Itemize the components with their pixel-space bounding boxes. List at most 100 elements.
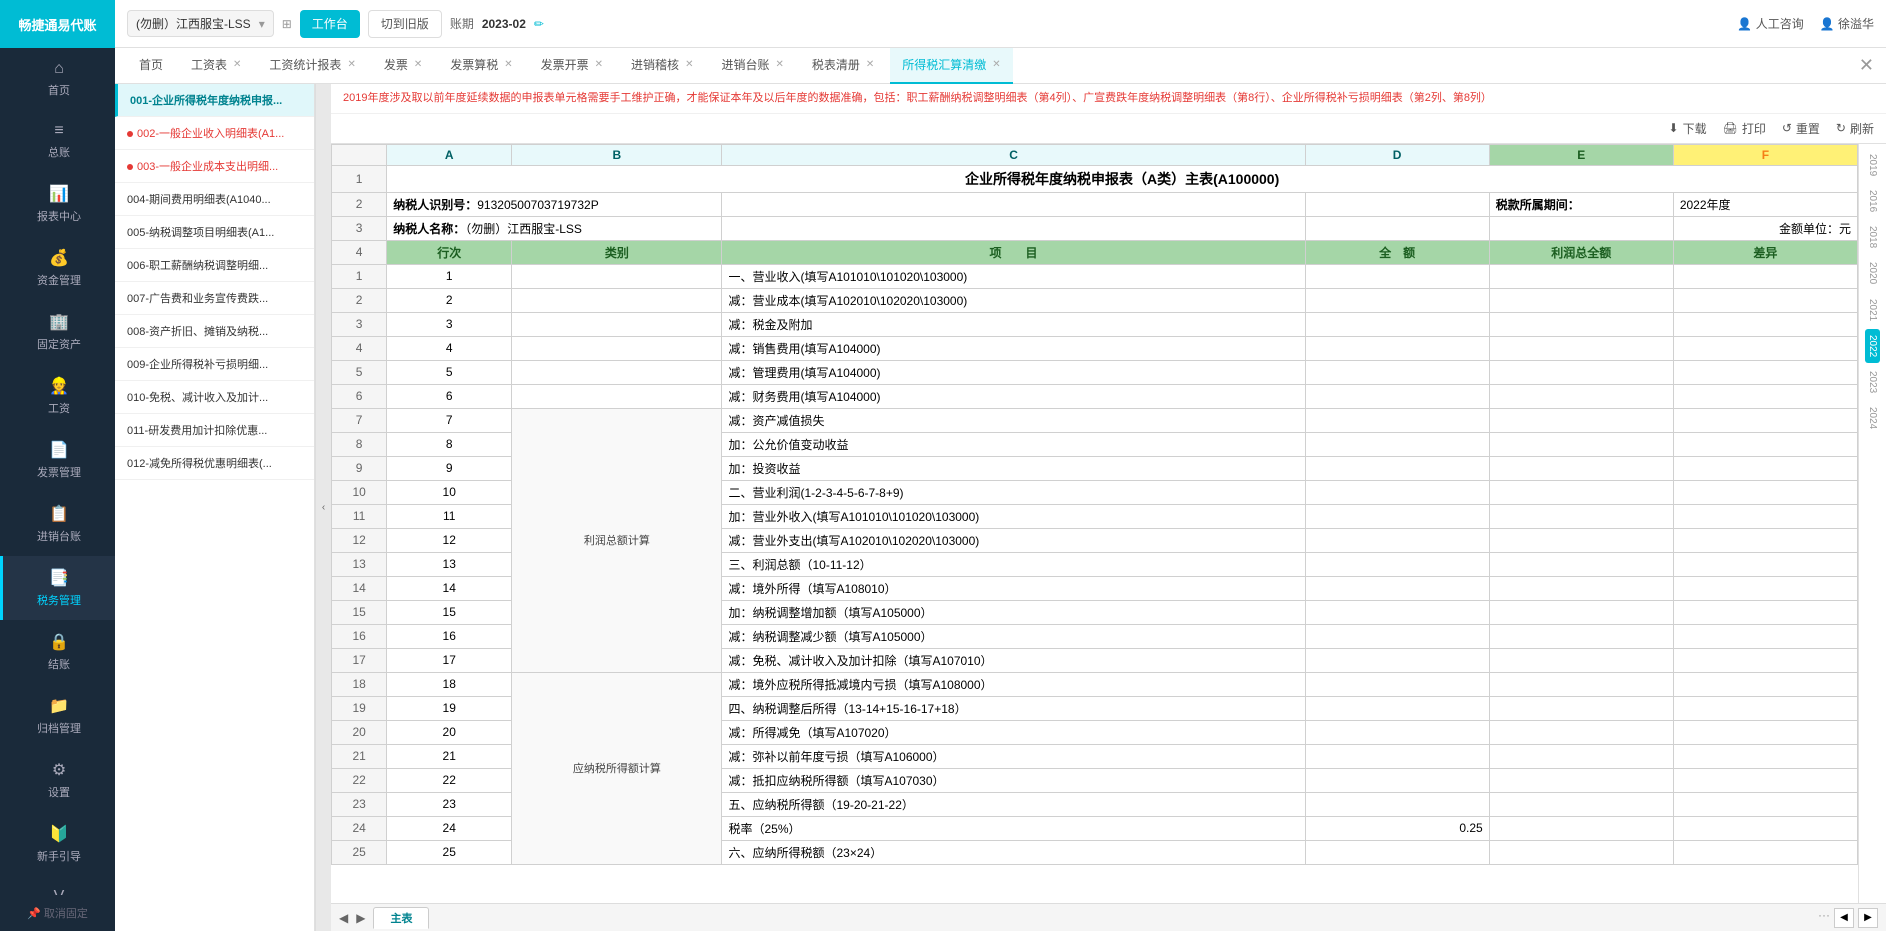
table-row: 7 7 利润总额计算 减：资产减值损失: [332, 408, 1858, 432]
tab-invoice-tax[interactable]: 发票算税 ✕: [438, 48, 524, 84]
sidebar-item-archive[interactable]: 📁 归档管理: [0, 684, 115, 748]
year-item-2019[interactable]: 2019: [1865, 148, 1880, 182]
year-item-2016[interactable]: 2016: [1865, 184, 1880, 218]
report-item-001[interactable]: 001-企业所得税年度纳税申报...: [115, 84, 314, 117]
sidebar-item-member[interactable]: V 畅会员: [0, 876, 115, 895]
edit-period-icon[interactable]: ✏: [534, 17, 544, 31]
tab-tax-table[interactable]: 税表清册 ✕: [800, 48, 886, 84]
report-item-009[interactable]: 009-企业所得税补亏损明细...: [115, 348, 314, 381]
sidebar-item-report[interactable]: 📊 报表中心: [0, 172, 115, 236]
sidebar-label-home: 首页: [48, 82, 70, 98]
download-button[interactable]: ⬇ 下载: [1669, 120, 1707, 137]
next-sheet-btn[interactable]: ▶: [356, 911, 365, 925]
sidebar-item-close[interactable]: 🔒 结账: [0, 620, 115, 684]
tab-invoice-close[interactable]: ✕: [414, 59, 422, 70]
tab-payroll[interactable]: 工资表 ✕: [179, 48, 253, 84]
switch-version-button[interactable]: 切到旧版: [368, 10, 442, 38]
tab-home[interactable]: 首页: [127, 48, 175, 84]
row-num-25: 25: [332, 840, 387, 864]
tab-payroll-stat[interactable]: 工资统计报表 ✕: [257, 48, 367, 84]
report-item-010[interactable]: 010-免税、减计收入及加计...: [115, 381, 314, 414]
year-item-2018[interactable]: 2018: [1865, 220, 1880, 254]
tab-invoice-tax-close[interactable]: ✕: [504, 59, 512, 70]
year-item-2022[interactable]: 2022: [1865, 329, 1880, 363]
sidebar-label-tax: 税务管理: [37, 592, 81, 608]
report-item-004[interactable]: 004-期间费用明细表(A1040...: [115, 183, 314, 216]
amount-cell-8: [1305, 432, 1489, 456]
year-item-2023[interactable]: 2023: [1865, 365, 1880, 399]
sheet-area[interactable]: A B C D E F 1 企业所得税年度纳税申报表（A类）主表(A100000…: [331, 144, 1858, 904]
report-item-002[interactable]: 002-一般企业收入明细表(A1...: [115, 117, 314, 150]
amount-cell-19: [1305, 696, 1489, 720]
tab-sales-audit[interactable]: 进销稽核 ✕: [619, 48, 705, 84]
seq-cell-24: 24: [387, 816, 512, 840]
tab-tax-table-close[interactable]: ✕: [866, 59, 874, 70]
tab-income-tax[interactable]: 所得税汇算清缴 ✕: [890, 48, 1012, 84]
seq-cell-13: 13: [387, 552, 512, 576]
report-item-003[interactable]: 003-一般企业成本支出明细...: [115, 150, 314, 183]
report-item-012[interactable]: 012-减免所得税优惠明细表(...: [115, 447, 314, 480]
tab-home-label: 首页: [139, 56, 163, 73]
support-btn[interactable]: 👤 人工咨询: [1737, 15, 1803, 32]
sidebar-item-guide[interactable]: 🔰 新手引导: [0, 812, 115, 876]
tab-payroll-close[interactable]: ✕: [233, 59, 241, 70]
scroll-right-btn[interactable]: ▶: [1858, 908, 1878, 928]
sidebar-item-tax[interactable]: 📑 税务管理: [0, 556, 115, 620]
tab-sales-audit-close[interactable]: ✕: [685, 59, 693, 70]
panel-collapse-handle[interactable]: ‹: [315, 84, 331, 931]
copy-icon[interactable]: ⊞: [282, 17, 292, 31]
report-item-008[interactable]: 008-资产折旧、摊销及纳税...: [115, 315, 314, 348]
row-num-5: 5: [332, 360, 387, 384]
sales-icon: 📋: [49, 504, 69, 524]
tab-invoice-open[interactable]: 发票开票 ✕: [529, 48, 615, 84]
notice-text: 2019年度涉及取以前年度延续数据的申报表单元格需要手工维护正确，才能保证本年及…: [343, 92, 1492, 104]
report-item-007[interactable]: 007-广告费和业务宣传费跌...: [115, 282, 314, 315]
sheet-tab-main[interactable]: 主表: [373, 907, 429, 929]
item-cell-2: 减：营业成本(填写A102010\102020\103000): [722, 288, 1305, 312]
refresh-icon: ↻: [1836, 121, 1846, 135]
tab-sales-ledger-close[interactable]: ✕: [775, 59, 783, 70]
company-selector[interactable]: (勿删）江西服宝-LSS ▾: [127, 10, 274, 37]
amount-cell-7: [1305, 408, 1489, 432]
sidebar-item-home[interactable]: ⌂ 首页: [0, 48, 115, 110]
print-icon: 🖨: [1723, 121, 1738, 135]
diff-cell-12: [1673, 528, 1857, 552]
year-item-2024[interactable]: 2024: [1865, 401, 1880, 435]
tab-invoice-open-close[interactable]: ✕: [595, 59, 603, 70]
tab-sales-ledger[interactable]: 进销台账 ✕: [709, 48, 795, 84]
tab-income-tax-close[interactable]: ✕: [992, 59, 1000, 70]
diff-cell-14: [1673, 576, 1857, 600]
year-item-2020[interactable]: 2020: [1865, 256, 1880, 290]
tab-payroll-stat-close[interactable]: ✕: [347, 59, 355, 70]
sidebar-item-capital[interactable]: 💰 资金管理: [0, 236, 115, 300]
profit-cell-19: [1489, 696, 1673, 720]
diff-cell-15: [1673, 600, 1857, 624]
profit-cell-9: [1489, 456, 1673, 480]
sidebar-item-payroll[interactable]: 👷 工资: [0, 364, 115, 428]
refresh-button[interactable]: ↻ 刷新: [1836, 120, 1874, 137]
sidebar-label-report: 报表中心: [37, 208, 81, 224]
right-area: 2019年度涉及取以前年度延续数据的申报表单元格需要手工维护正确，才能保证本年及…: [331, 84, 1886, 931]
reset-button[interactable]: ↺ 重置: [1782, 120, 1820, 137]
scroll-left-btn[interactable]: ◀: [1834, 908, 1854, 928]
tab-invoice[interactable]: 发票 ✕: [372, 48, 434, 84]
workbench-button[interactable]: 工作台: [300, 10, 360, 38]
content-area: 001-企业所得税年度纳税申报... 002-一般企业收入明细表(A1... 0…: [115, 84, 1886, 931]
sheet-toolbar: ⬇ 下载 🖨 打印 ↺ 重置 ↻ 刷新: [331, 114, 1886, 144]
close-all-tabs[interactable]: ✕: [1859, 55, 1874, 76]
sidebar-item-assets[interactable]: 🏢 固定资产: [0, 300, 115, 364]
prev-sheet-btn[interactable]: ◀: [339, 911, 348, 925]
report-item-005[interactable]: 005-纳税调整项目明细表(A1...: [115, 216, 314, 249]
sidebar-unpin[interactable]: 📌 取消固定: [0, 895, 115, 931]
diff-cell-25: [1673, 840, 1857, 864]
sidebar-item-ledger[interactable]: ≡ 总账: [0, 110, 115, 172]
sidebar-item-invoice[interactable]: 📄 发票管理: [0, 428, 115, 492]
report-item-011[interactable]: 011-研发费用加计扣除优惠...: [115, 414, 314, 447]
sidebar-item-sales[interactable]: 📋 进销台账: [0, 492, 115, 556]
report-item-006[interactable]: 006-职工薪酬纳税调整明细...: [115, 249, 314, 282]
print-button[interactable]: 🖨 打印: [1723, 120, 1766, 137]
year-item-2021[interactable]: 2021: [1865, 293, 1880, 327]
sidebar-item-settings[interactable]: ⚙ 设置: [0, 748, 115, 812]
report-008-label: 008-资产折旧、摊销及纳税...: [127, 326, 268, 338]
sidebar-label-sales: 进销台账: [37, 528, 81, 544]
